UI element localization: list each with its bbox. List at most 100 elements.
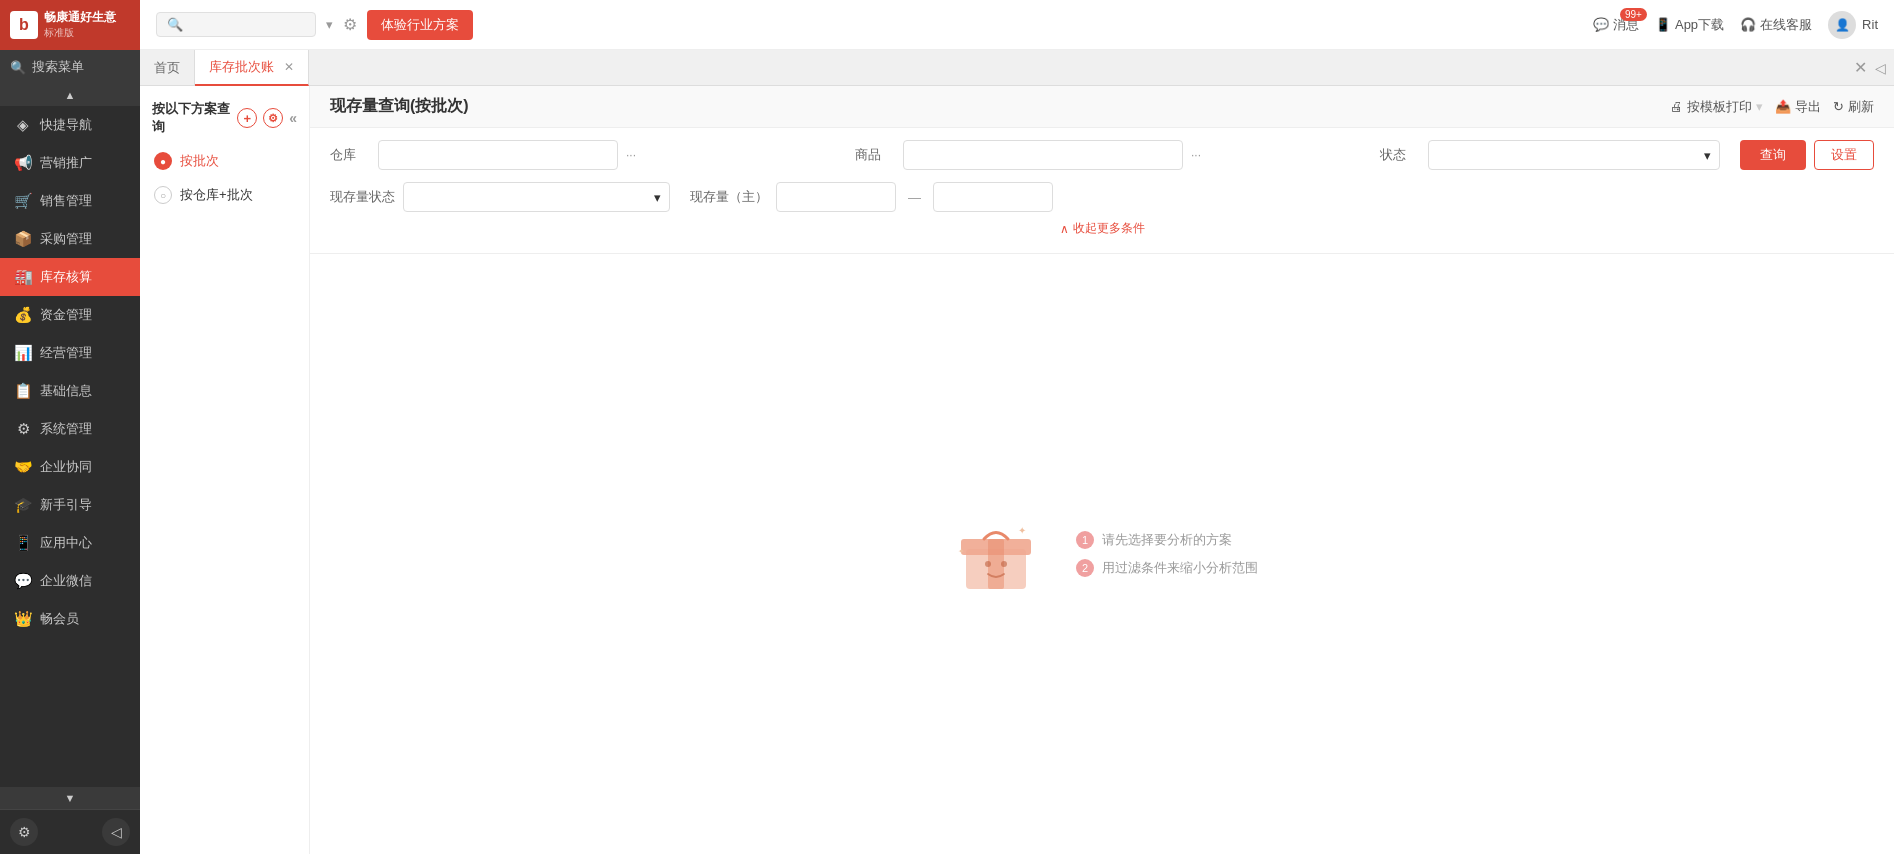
sidebar-scroll-down[interactable]: ▼ [0, 787, 140, 809]
collapse-panel-icon[interactable]: « [289, 110, 297, 126]
sidebar-search[interactable]: 🔍 搜索菜单 [0, 50, 140, 84]
sidebar-item-label: 应用中心 [40, 534, 92, 552]
sidebar-item-inventory[interactable]: 🏭 库存核算 [0, 258, 140, 296]
sidebar-item-purchase[interactable]: 📦 采购管理 [0, 220, 140, 258]
app-logo: b [10, 11, 38, 39]
filter-row-1: 仓库 ··· 商品 ··· 状态 ▾ [330, 140, 1874, 170]
settings-footer-btn[interactable]: ⚙ [10, 818, 38, 846]
sidebar-item-label: 基础信息 [40, 382, 92, 400]
tip-text-1: 请先选择要分析的方案 [1102, 531, 1232, 549]
filter-item-status: 状态 ▾ [1380, 140, 1720, 170]
sidebar-item-label: 经营管理 [40, 344, 92, 362]
status-select[interactable]: ▾ [1428, 140, 1720, 170]
manage-plan-btn[interactable]: ⚙ [263, 108, 283, 128]
empty-illustration: ✦ ✦ [946, 504, 1046, 604]
main-area: 🔍 ▾ ⚙ 体验行业方案 💬 消息 99+ 📱 App下载 🎧 在线客服 👤 R… [140, 0, 1894, 854]
sidebar-item-operation[interactable]: 📊 经营管理 [0, 334, 140, 372]
empty-state: ✦ ✦ 1 请先选择要分析的方案 2 用过滤条件来缩小分析范围 [310, 254, 1894, 854]
query-button[interactable]: 查询 [1740, 140, 1806, 170]
user-name: Rit [1862, 17, 1878, 32]
plan-item-by-batch[interactable]: ● 按批次 [140, 144, 309, 178]
plan-dot-active: ● [154, 152, 172, 170]
filter-item-stock-qty: 现存量（主） — [690, 182, 1090, 212]
online-service-btn[interactable]: 🎧 在线客服 [1740, 16, 1812, 34]
warehouse-label: 仓库 [330, 146, 370, 164]
sidebar-item-basic-info[interactable]: 📋 基础信息 [0, 372, 140, 410]
sidebar: b 畅康通好生意 标准版 🔍 搜索菜单 ▲ ◈ 快捷导航 📢 营销推广 🛒 销售… [0, 0, 140, 854]
sidebar-item-enterprise[interactable]: 🤝 企业协同 [0, 448, 140, 486]
plan-label: 按仓库+批次 [180, 186, 253, 204]
sidebar-item-label: 库存核算 [40, 268, 92, 286]
print-icon: 🖨 [1670, 99, 1683, 114]
warehouse-more-btn[interactable]: ··· [626, 148, 636, 162]
filter-item-warehouse: 仓库 ··· [330, 140, 835, 170]
chevron-up-icon: ▲ [65, 89, 76, 101]
sidebar-header: b 畅康通好生意 标准版 [0, 0, 140, 50]
tab-inventory-batch[interactable]: 库存批次账 ✕ [195, 50, 309, 86]
messages-btn[interactable]: 💬 消息 99+ [1593, 16, 1639, 34]
export-btn[interactable]: 📤 导出 [1775, 98, 1821, 116]
stock-qty-from-input[interactable] [776, 182, 896, 212]
finance-icon: 💰 [14, 306, 32, 324]
sidebar-footer: ⚙ ◁ [0, 809, 140, 854]
refresh-btn[interactable]: ↻ 刷新 [1833, 98, 1874, 116]
product-more-btn[interactable]: ··· [1191, 148, 1201, 162]
topbar-dropdown-icon[interactable]: ▾ [326, 17, 333, 32]
stock-status-label: 现存量状态 [330, 188, 395, 206]
topbar-search-box[interactable]: 🔍 [156, 12, 316, 37]
print-btn[interactable]: 🖨 按模板打印 ▾ [1670, 98, 1763, 116]
filter-row-2: 现存量状态 ▾ 现存量（主） — [330, 182, 1874, 212]
basic-info-icon: 📋 [14, 382, 32, 400]
experience-btn[interactable]: 体验行业方案 [367, 10, 473, 40]
product-label: 商品 [855, 146, 895, 164]
panel-close-btn[interactable]: ✕ [1854, 58, 1867, 77]
sidebar-scroll-up[interactable]: ▲ [0, 84, 140, 106]
sidebar-item-app-center[interactable]: 📱 应用中心 [0, 524, 140, 562]
stock-status-select[interactable]: ▾ [403, 182, 670, 212]
left-panel: 按以下方案查询 + ⚙ « ● 按批次 ○ 按仓库+批次 [140, 86, 310, 854]
quick-nav-icon: ◈ [14, 116, 32, 134]
svg-point-5 [985, 561, 991, 567]
user-area[interactable]: 👤 Rit [1828, 11, 1878, 39]
collapse-more-btn[interactable]: ∧ 收起更多条件 [330, 216, 1874, 241]
tip-text-2: 用过滤条件来缩小分析范围 [1102, 559, 1258, 577]
warehouse-input[interactable] [378, 140, 618, 170]
sidebar-item-label: 新手引导 [40, 496, 92, 514]
collapse-sidebar-btn[interactable]: ◁ [102, 818, 130, 846]
sidebar-item-label: 资金管理 [40, 306, 92, 324]
sidebar-item-marketing[interactable]: 📢 营销推广 [0, 144, 140, 182]
marketing-icon: 📢 [14, 154, 32, 172]
settings-button[interactable]: 设置 [1814, 140, 1874, 170]
tab-home[interactable]: 首页 [140, 50, 195, 86]
sidebar-search-label: 搜索菜单 [32, 58, 84, 76]
collapse-more-label: 收起更多条件 [1073, 220, 1145, 237]
product-input[interactable] [903, 140, 1183, 170]
sidebar-item-newbie[interactable]: 🎓 新手引导 [0, 486, 140, 524]
sidebar-item-system[interactable]: ⚙ 系统管理 [0, 410, 140, 448]
messages-badge: 99+ [1620, 8, 1647, 21]
sidebar-item-label: 销售管理 [40, 192, 92, 210]
filter-item-product: 商品 ··· [855, 140, 1360, 170]
topbar-settings-icon[interactable]: ⚙ [343, 15, 357, 34]
sidebar-item-finance[interactable]: 💰 资金管理 [0, 296, 140, 334]
tab-close-icon[interactable]: ✕ [284, 60, 294, 74]
sidebar-item-label: 畅会员 [40, 610, 79, 628]
refresh-btn-label: 刷新 [1848, 98, 1874, 116]
sidebar-item-wechat[interactable]: 💬 企业微信 [0, 562, 140, 600]
panel-expand-icon[interactable]: ◁ [1875, 60, 1886, 76]
left-panel-header: 按以下方案查询 + ⚙ « [140, 96, 309, 144]
newbie-icon: 🎓 [14, 496, 32, 514]
page-title: 现存量查询(按批次) [330, 96, 469, 117]
plan-item-by-warehouse-batch[interactable]: ○ 按仓库+批次 [140, 178, 309, 212]
sidebar-item-sales[interactable]: 🛒 销售管理 [0, 182, 140, 220]
plan-dot-inactive: ○ [154, 186, 172, 204]
app-download-btn[interactable]: 📱 App下载 [1655, 16, 1724, 34]
sidebar-item-label: 采购管理 [40, 230, 92, 248]
search-icon: 🔍 [10, 60, 26, 75]
add-plan-btn[interactable]: + [237, 108, 257, 128]
sidebar-item-quick-nav[interactable]: ◈ 快捷导航 [0, 106, 140, 144]
online-service-label: 在线客服 [1760, 16, 1812, 34]
sidebar-item-member[interactable]: 👑 畅会员 [0, 600, 140, 638]
operation-icon: 📊 [14, 344, 32, 362]
stock-qty-to-input[interactable] [933, 182, 1053, 212]
